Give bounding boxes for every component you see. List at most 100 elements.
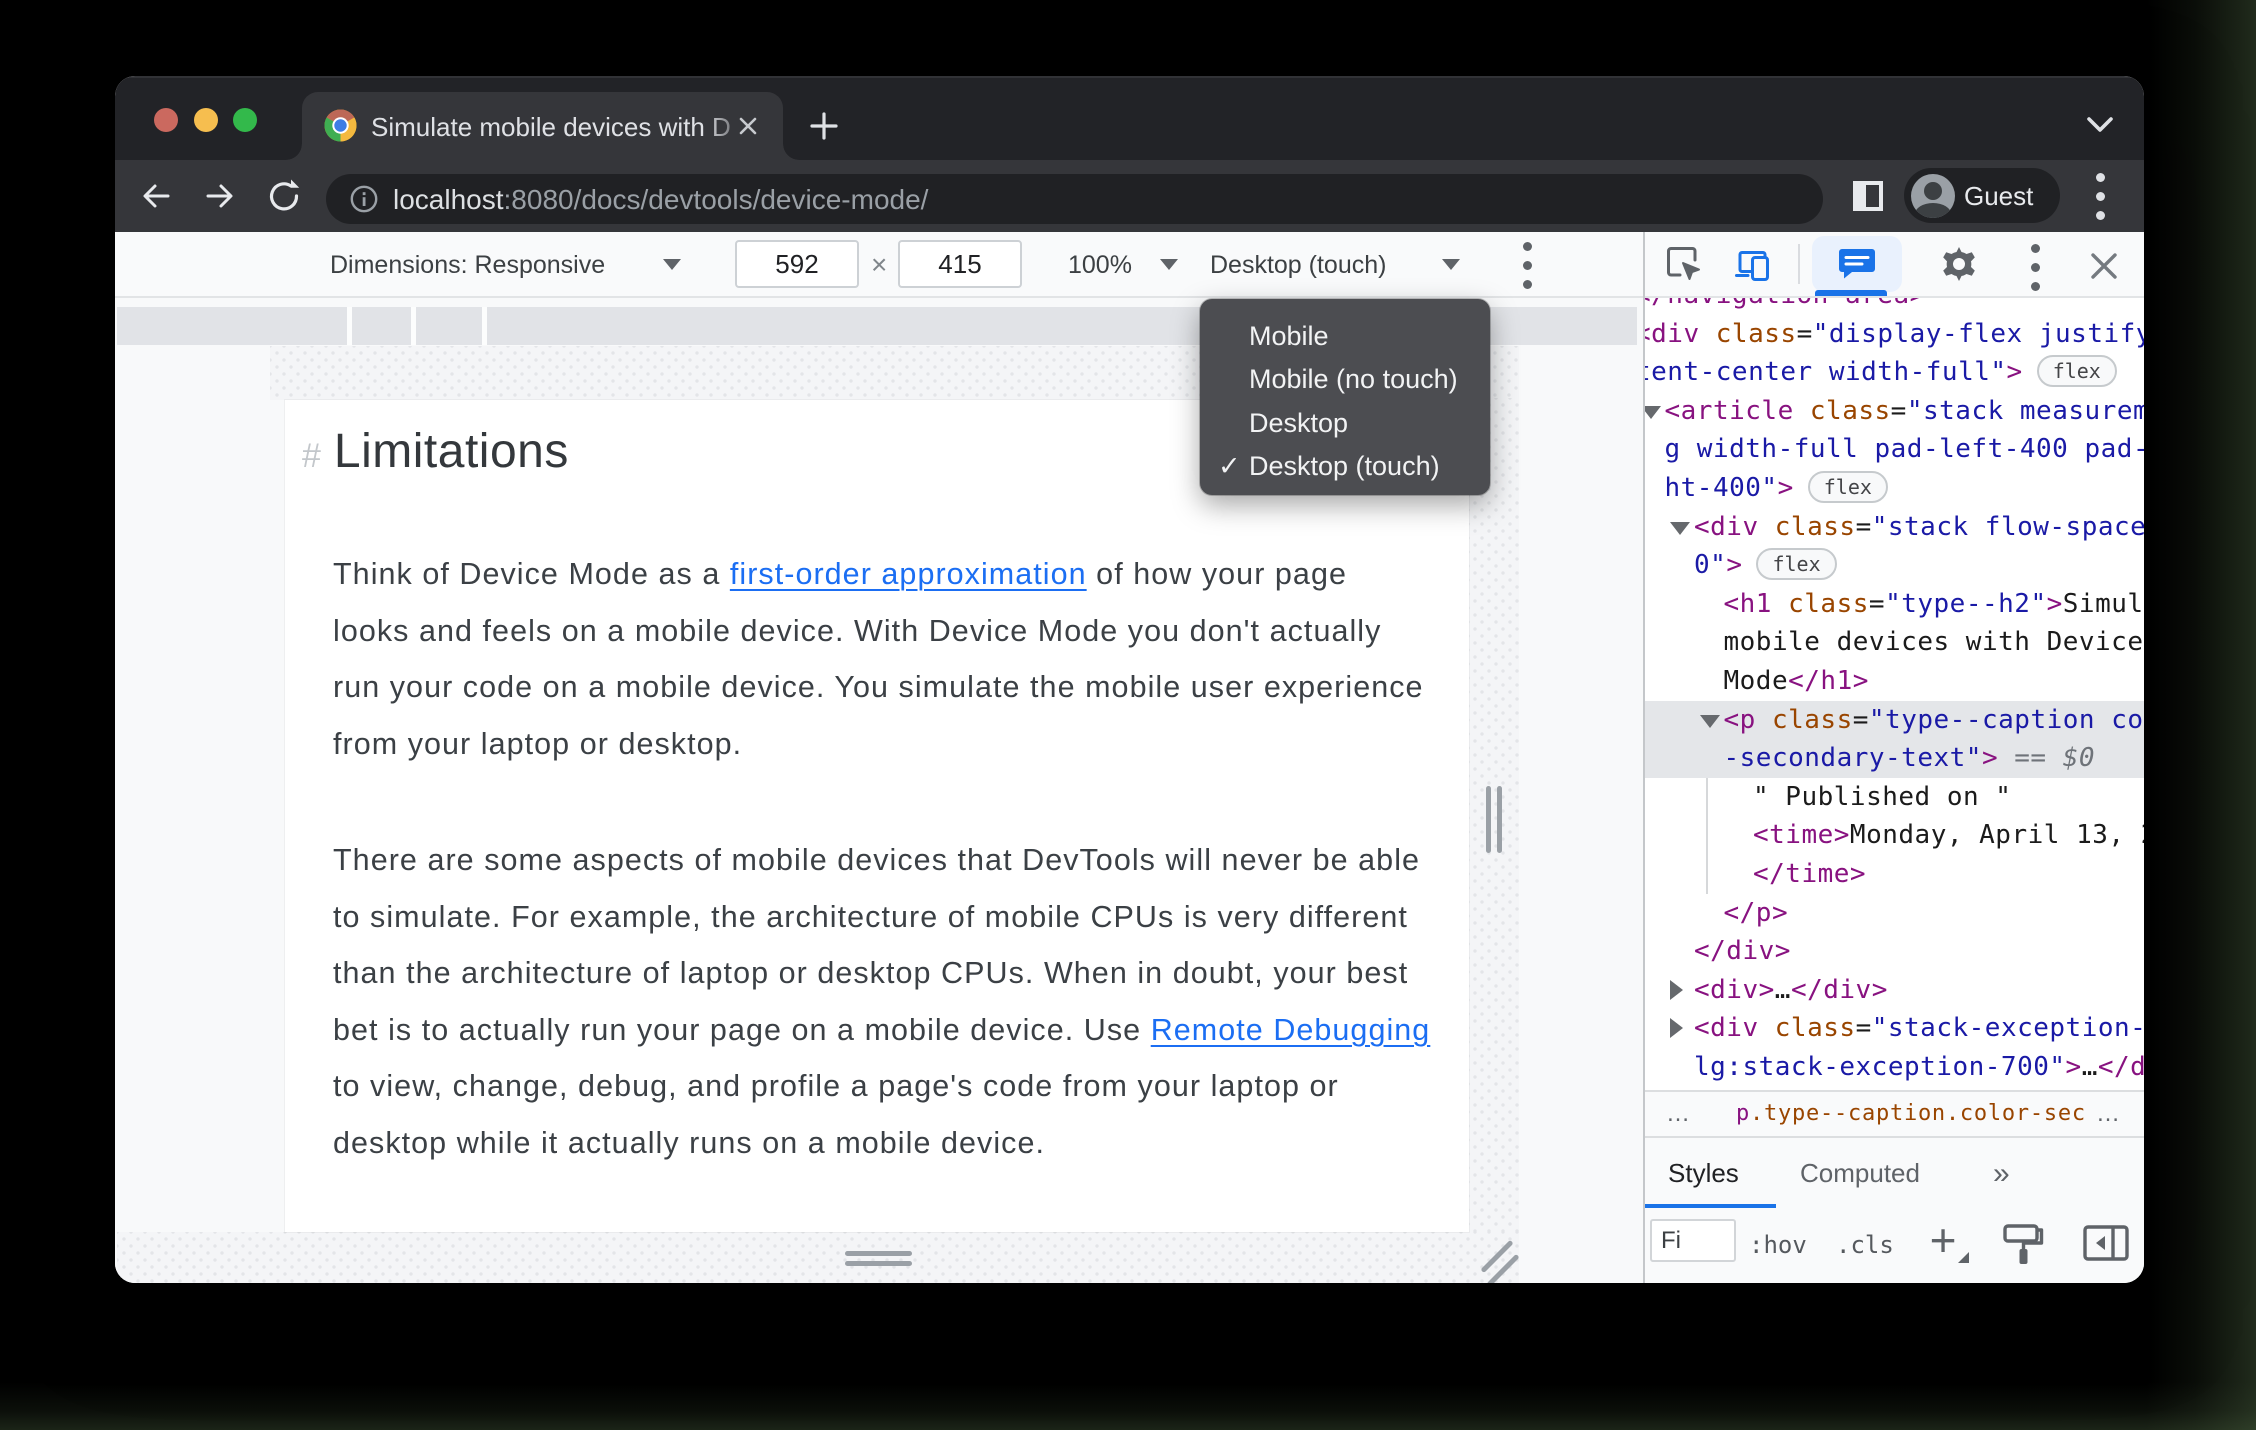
breadcrumb-overflow-left[interactable]: … [1666, 1092, 1692, 1136]
device-toolbar-toggle-icon[interactable] [1734, 246, 1772, 282]
viewport-height-input[interactable]: 415 [898, 240, 1022, 288]
code-token: > [2065, 1052, 2082, 1082]
inspect-element-icon[interactable] [1666, 246, 1702, 282]
tab-close-icon[interactable] [738, 116, 758, 136]
new-tab-button[interactable] [809, 111, 839, 141]
flex-badge[interactable]: flex [2036, 355, 2117, 388]
expand-arrow-down-icon[interactable] [1645, 405, 1661, 419]
breadcrumb-overflow-right[interactable]: … [2096, 1092, 2122, 1136]
devtools-menu-icon[interactable] [2031, 244, 2040, 291]
resize-handle-bottom[interactable] [845, 1251, 912, 1256]
paint-roller-icon[interactable] [2000, 1224, 2046, 1266]
reload-button[interactable] [267, 179, 301, 213]
page-link[interactable]: Remote Debugging [1151, 1013, 1431, 1047]
media-query-separator [411, 307, 416, 345]
profile-button[interactable]: Guest [1904, 168, 2060, 223]
dom-tree-node[interactable]: <div class="stack-exception- [1670, 1009, 2144, 1048]
dom-tree-node[interactable]: mobile devices with Device [1724, 623, 2144, 662]
dom-tree-node[interactable]: </navigation-area> [1645, 298, 1926, 315]
tab-title: Simulate mobile devices with D [371, 112, 731, 142]
code-token: "type--caption co [1868, 704, 2144, 735]
dom-tree-node[interactable]: ht-400"> flex [1665, 469, 1888, 508]
heading-anchor-hash[interactable]: # [302, 437, 321, 475]
back-button[interactable] [140, 180, 172, 212]
devtools-close-icon[interactable] [2089, 251, 2119, 281]
browser-tab[interactable]: Simulate mobile devices with D [286, 92, 799, 160]
forward-button[interactable] [204, 180, 236, 212]
toolbar-separator [1798, 244, 1800, 284]
paragraph-line: There are some aspects of mobile devices… [333, 832, 1430, 889]
flex-badge[interactable]: flex [1756, 548, 1837, 581]
browser-menu-icon[interactable] [2096, 173, 2105, 220]
dom-tree-node[interactable]: lg:stack-exception-700">…</d [1694, 1048, 2144, 1087]
macos-close-button[interactable] [154, 108, 178, 132]
zoom-dropdown[interactable]: 100% [1068, 232, 1132, 298]
viewport-width-input[interactable]: 592 [735, 240, 859, 288]
paragraph-text: from your laptop or desktop. [333, 726, 743, 761]
dom-tree-node[interactable]: " Published on " [1753, 778, 2011, 817]
code-token: <h1 [1723, 588, 1789, 619]
code-token: = [1868, 588, 1886, 619]
dom-tree-node[interactable]: <div class="stack flow-space- [1670, 508, 2144, 547]
dom-tree-node[interactable]: <p class="type--caption co [1699, 701, 2144, 740]
dropdown-item-mobile-no-touch-[interactable]: Mobile (no touch) [1249, 358, 1458, 401]
dom-tree-node[interactable]: </div> [1694, 932, 1791, 971]
macos-zoom-button[interactable] [233, 108, 257, 132]
dom-tree-node[interactable]: 0"> flex [1694, 546, 1837, 585]
page-link[interactable]: first-order approximation [730, 557, 1087, 591]
dom-tree-node[interactable]: <h1 class="type--h2">Simula [1724, 585, 2145, 624]
toggle-sidebar-icon[interactable] [2083, 1225, 2129, 1261]
side-panel-icon[interactable] [1852, 180, 1884, 212]
tab-styles[interactable]: Styles [1668, 1138, 1739, 1210]
dom-tree-node[interactable]: <div class="display-flex justify-con [1645, 315, 2144, 354]
media-query-separator [482, 307, 487, 345]
device-toolbar: Dimensions: Responsive 592 × 415 100% De… [115, 232, 1643, 298]
dom-tree-node[interactable]: <time>Monday, April 13, 2 [1753, 816, 2144, 855]
dropdown-item-mobile[interactable]: Mobile [1249, 315, 1329, 358]
flex-badge[interactable]: flex [1807, 471, 1888, 503]
breadcrumb-selected[interactable]: p.type--caption.color-sec [1736, 1092, 2086, 1136]
code-token: Simula [2062, 588, 2144, 619]
dom-tree-node[interactable]: -secondary-text"> == $0 [1724, 739, 2096, 778]
paragraph-text: than the architecture of laptop or deskt… [333, 956, 1409, 990]
site-info-icon[interactable] [350, 185, 378, 213]
code-token: = [1855, 511, 1872, 542]
resize-handle-bottom-2[interactable] [845, 1261, 912, 1266]
more-tabs-icon[interactable]: » [1993, 1159, 2027, 1189]
cls-toggle[interactable]: .cls [1836, 1208, 1894, 1283]
dom-tree-node[interactable]: tent-center width-full"> flex [1645, 353, 2117, 392]
code-token: "display-flex justify-con [1812, 318, 2144, 349]
resize-handle-right-2[interactable] [1497, 786, 1502, 853]
code-token: class [1774, 511, 1856, 542]
paragraph-line: desktop while it actually runs on a mobi… [333, 1115, 1430, 1172]
device-toolbar-menu-icon[interactable] [1523, 242, 1532, 289]
sidebar-tabs: Styles Computed » [1645, 1136, 2144, 1210]
active-panel-pill[interactable] [1812, 236, 1902, 292]
expand-arrow-right-icon[interactable] [1670, 979, 1683, 1000]
tab-search-chevron-icon[interactable] [2085, 114, 2115, 136]
dom-tree-node[interactable]: <article class="stack measureme [1645, 392, 2144, 431]
tab-computed[interactable]: Computed [1800, 1138, 1920, 1210]
code-token: -secondary-text" [1723, 743, 1982, 774]
dom-tree-node[interactable]: g width-full pad-left-400 pad- [1665, 430, 2145, 469]
hov-toggle[interactable]: :hov [1749, 1208, 1807, 1283]
dropdown-item-desktop[interactable]: Desktop [1249, 402, 1348, 445]
dimensions-dropdown[interactable]: Dimensions: Responsive [330, 232, 605, 298]
dom-tree-node[interactable]: <div>…</div> [1670, 971, 1888, 1010]
expand-arrow-down-icon[interactable] [1699, 714, 1720, 728]
resize-handle-right[interactable] [1486, 786, 1491, 853]
dom-tree-node[interactable]: </p> [1724, 894, 1789, 933]
resize-track-right[interactable] [1468, 398, 1519, 1283]
dom-tree-node[interactable]: </time> [1753, 855, 1866, 894]
throttle-dropdown[interactable]: Desktop (touch) [1210, 232, 1386, 298]
expand-arrow-down-icon[interactable] [1670, 521, 1690, 535]
expand-arrow-right-icon[interactable] [1670, 1018, 1683, 1039]
dom-tree-node[interactable]: Mode</h1> [1724, 662, 1869, 701]
styles-filter-input[interactable]: Fi [1650, 1219, 1736, 1262]
devtools-settings-icon[interactable] [1940, 245, 1978, 283]
address-bar[interactable]: localhost:8080/docs/devtools/device-mode… [326, 174, 1823, 224]
resize-track-bottom[interactable] [117, 1232, 1519, 1283]
paragraph-text: desktop while it actually runs on a mobi… [333, 1125, 1045, 1160]
dropdown-item-desktop-touch-[interactable]: Desktop (touch) ✓ [1218, 445, 1440, 488]
macos-minimize-button[interactable] [194, 108, 218, 132]
